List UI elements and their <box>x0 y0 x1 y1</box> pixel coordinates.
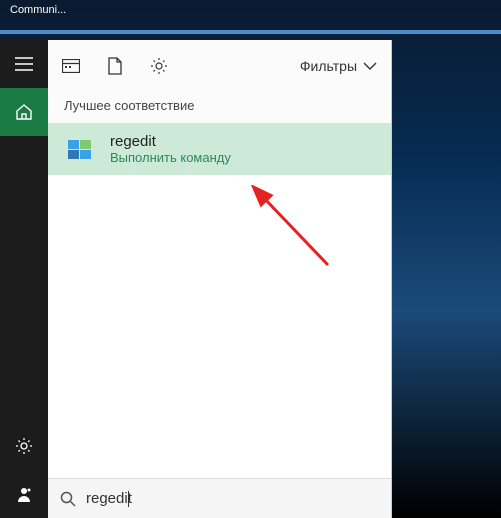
apps-filter-button[interactable] <box>62 59 80 73</box>
gear-icon <box>150 57 168 75</box>
search-results-panel: Фильтры Лучшее соответствие regedit Выпо… <box>48 40 392 518</box>
rail-settings-button[interactable] <box>0 422 48 470</box>
regedit-icon <box>64 133 96 165</box>
chevron-down-icon <box>363 62 377 70</box>
rail-account-button[interactable] <box>0 470 48 518</box>
result-text: regedit Выполнить команду <box>110 133 231 165</box>
search-result-regedit[interactable]: regedit Выполнить команду <box>48 123 391 175</box>
best-match-label: Лучшее соответствие <box>48 92 391 123</box>
rail-home-button[interactable] <box>0 88 48 136</box>
taskbar-app-label[interactable]: Communi... <box>6 2 70 18</box>
start-rail <box>0 40 48 518</box>
search-bar[interactable]: regedit <box>48 478 391 518</box>
panel-filter-bar: Фильтры <box>48 40 391 92</box>
filters-label: Фильтры <box>300 58 357 74</box>
gear-icon <box>15 437 33 455</box>
result-title: regedit <box>110 133 231 150</box>
result-subtitle: Выполнить команду <box>110 150 231 165</box>
hamburger-icon <box>15 57 33 71</box>
results-body <box>48 175 391 478</box>
search-icon <box>60 491 76 507</box>
document-icon <box>108 57 122 75</box>
top-taskbar: Communi... <box>0 0 501 30</box>
start-menu: Фильтры Лучшее соответствие regedit Выпо… <box>0 40 392 518</box>
filters-dropdown[interactable]: Фильтры <box>300 58 377 74</box>
rail-menu-button[interactable] <box>0 40 48 88</box>
text-caret <box>128 491 129 507</box>
accent-strip <box>0 30 501 34</box>
documents-filter-button[interactable] <box>108 57 122 75</box>
apps-icon <box>62 59 80 73</box>
annotation-arrow <box>248 185 368 285</box>
settings-filter-button[interactable] <box>150 57 168 75</box>
search-input[interactable]: regedit <box>86 490 132 507</box>
home-icon <box>15 103 33 121</box>
person-icon <box>15 485 33 503</box>
